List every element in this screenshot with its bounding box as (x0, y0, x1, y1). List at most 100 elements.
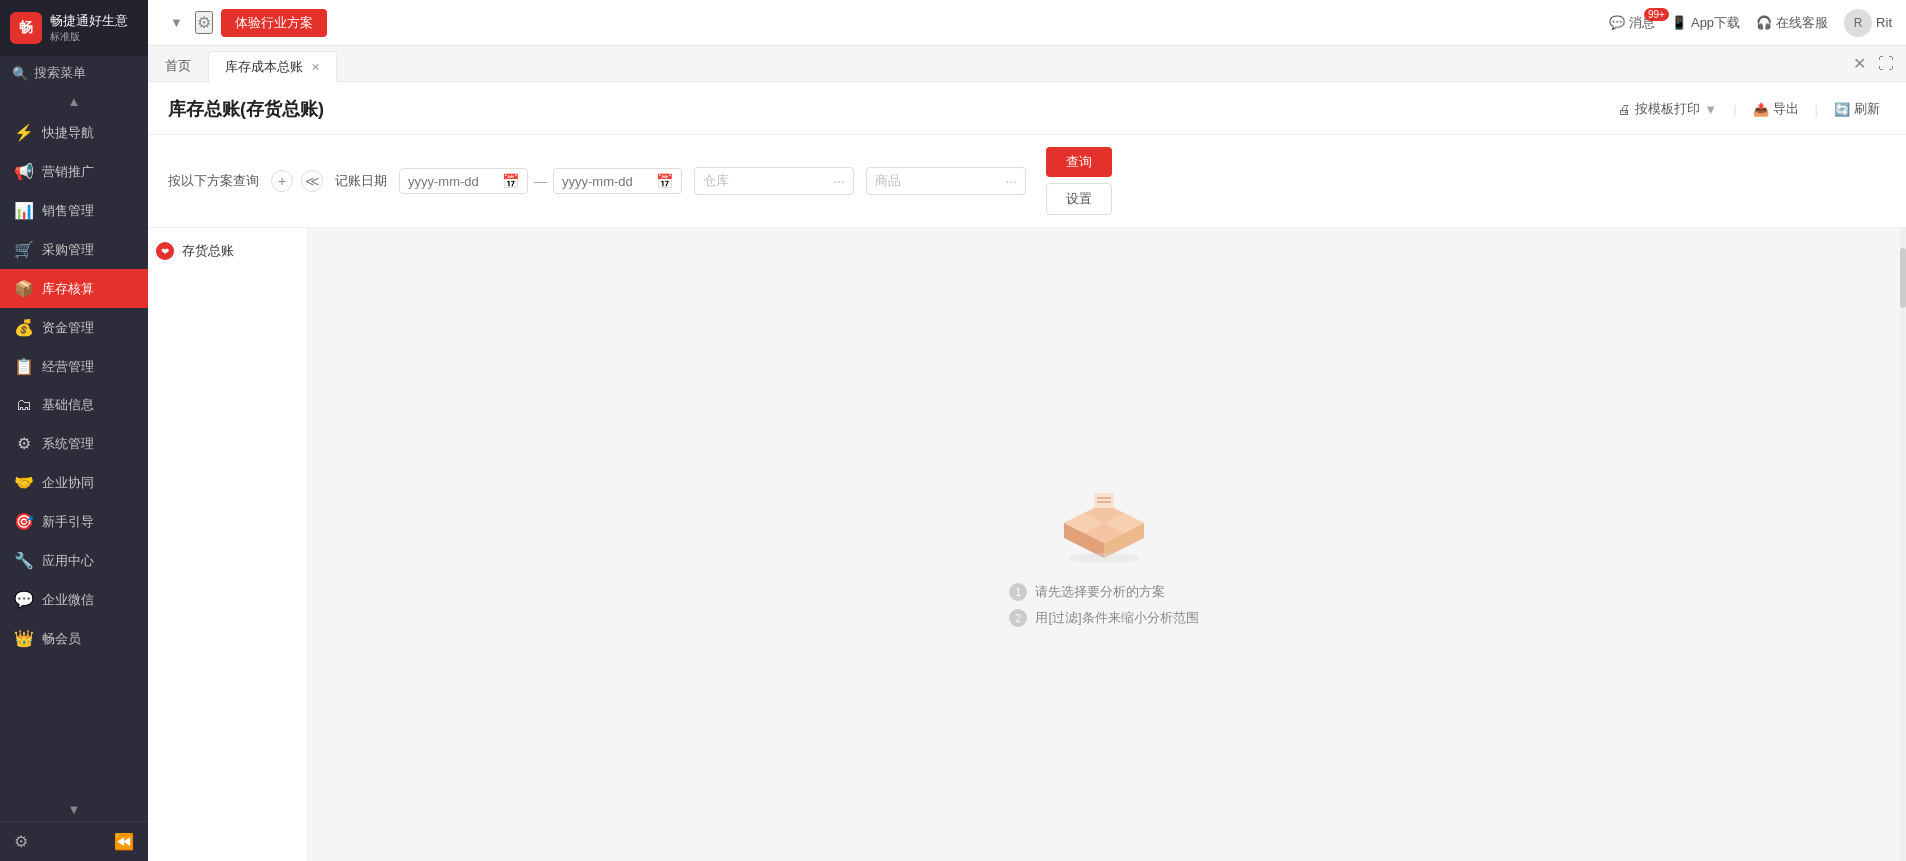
date-start-wrap: 📅 (399, 168, 528, 194)
sidebar-item-member[interactable]: 👑 畅会员 (0, 619, 148, 658)
service-icon: 🎧 (1756, 15, 1772, 30)
header-dropdown-icon[interactable]: ▼ (170, 15, 183, 30)
product-select[interactable]: 商品 ··· (866, 167, 1026, 195)
date-end-input[interactable] (562, 174, 652, 189)
header-message[interactable]: 💬 消息 99+ (1609, 14, 1655, 32)
query-btn[interactable]: 查询 (1046, 147, 1112, 177)
date-start-input[interactable] (408, 174, 498, 189)
page-title: 库存总账(存货总账) (168, 97, 324, 133)
svg-point-8 (1069, 553, 1139, 563)
tab-inventory-cost[interactable]: 库存成本总账 ✕ (208, 51, 337, 82)
sidebar-item-purchase[interactable]: 🛒 采购管理 (0, 230, 148, 269)
page-header: 库存总账(存货总账) 🖨 按模板打印 ▼ | 📤 导出 | 🔄 刷新 (148, 82, 1906, 135)
enterprise-icon: 🤝 (14, 473, 34, 492)
sidebar-item-label: 新手引导 (42, 513, 94, 531)
footer-settings-icon[interactable]: ⚙ (14, 832, 28, 851)
industry-btn[interactable]: 体验行业方案 (221, 9, 327, 37)
sidebar-item-newbie[interactable]: 🎯 新手引导 (0, 502, 148, 541)
page-header-actions: 🖨 按模板打印 ▼ | 📤 导出 | 🔄 刷新 (1612, 96, 1886, 134)
header-settings-button[interactable]: ⚙ (195, 11, 213, 34)
calendar-end-icon[interactable]: 📅 (656, 173, 673, 189)
tab-close-icon[interactable]: ✕ (311, 61, 320, 74)
sidebar-item-wechat[interactable]: 💬 企业微信 (0, 580, 148, 619)
sidebar-scroll-up[interactable]: ▲ (0, 90, 148, 113)
tab-bar: 首页 库存成本总账 ✕ ✕ ⛶ (148, 46, 1906, 82)
warehouse-select[interactable]: 仓库 ··· (694, 167, 854, 195)
print-dropdown-icon[interactable]: ▼ (1704, 102, 1717, 117)
sales-icon: 📊 (14, 201, 34, 220)
sidebar: 畅 畅捷通好生意 标准版 🔍 搜索菜单 ▲ ⚡ 快捷导航 📢 营销推广 📊 销售… (0, 0, 148, 861)
sidebar-item-enterprise[interactable]: 🤝 企业协同 (0, 463, 148, 502)
avatar: R (1844, 9, 1872, 37)
filter-collapse-btn[interactable]: ≪ (301, 170, 323, 192)
sidebar-item-inventory[interactable]: 📦 库存核算 (0, 269, 148, 308)
tab-bar-close-btn[interactable]: ✕ (1849, 52, 1870, 75)
logo-sub: 标准版 (50, 30, 128, 43)
app-center-icon: 🔧 (14, 551, 34, 570)
sidebar-item-app-center[interactable]: 🔧 应用中心 (0, 541, 148, 580)
user-name: Rit (1876, 15, 1892, 30)
print-icon: 🖨 (1618, 102, 1631, 117)
header-user[interactable]: R Rit (1844, 9, 1892, 37)
warehouse-more-icon[interactable]: ··· (833, 173, 845, 189)
sidebar-item-label: 资金管理 (42, 319, 94, 337)
sidebar-item-finance[interactable]: 💰 资金管理 (0, 308, 148, 347)
inventory-icon: 📦 (14, 279, 34, 298)
scheme-item-label: 存货总账 (182, 242, 234, 260)
empty-state: 1 请先选择要分析的方案 2 用[过滤]条件来缩小分析范围 (1009, 463, 1198, 627)
sidebar-item-label: 企业微信 (42, 591, 94, 609)
sidebar-item-label: 采购管理 (42, 241, 94, 259)
app-icon: 📱 (1671, 15, 1687, 30)
basic-icon: 🗂 (14, 396, 34, 414)
main-content: ​ ▼ ⚙ 体验行业方案 💬 消息 99+ 📱 App下载 🎧 在线客服 R R… (148, 0, 1906, 861)
message-icon: 💬 (1609, 15, 1625, 30)
scheme-icon: ❤ (156, 242, 174, 260)
scrollbar-handle[interactable] (1900, 248, 1906, 308)
sidebar-item-sales[interactable]: 📊 销售管理 (0, 191, 148, 230)
filter-add-btn[interactable]: + (271, 170, 293, 192)
header-service[interactable]: 🎧 在线客服 (1756, 14, 1828, 32)
settings-btn[interactable]: 设置 (1046, 183, 1112, 215)
divider1: | (1733, 102, 1736, 117)
tip-num-2: 2 (1009, 609, 1027, 627)
export-icon: 📤 (1753, 102, 1769, 117)
sidebar-item-system[interactable]: ⚙ 系统管理 (0, 424, 148, 463)
sidebar-item-marketing[interactable]: 📢 营销推广 (0, 152, 148, 191)
refresh-icon: 🔄 (1834, 102, 1850, 117)
export-btn[interactable]: 📤 导出 (1747, 96, 1805, 122)
logo-text: 畅捷通好生意 标准版 (50, 13, 128, 43)
empty-illustration (1044, 463, 1164, 563)
filter-row: 按以下方案查询 + ≪ 记账日期 📅 — 📅 仓库 ··· (168, 147, 1886, 215)
sidebar-item-basic[interactable]: 🗂 基础信息 (0, 386, 148, 424)
tab-home-label: 首页 (165, 57, 191, 75)
date-range: 📅 — 📅 (399, 168, 682, 194)
search-icon: 🔍 (12, 66, 28, 81)
tip-text-2: 用[过滤]条件来缩小分析范围 (1035, 609, 1198, 627)
sidebar-item-quick-nav[interactable]: ⚡ 快捷导航 (0, 113, 148, 152)
header-app-download[interactable]: 📱 App下载 (1671, 14, 1740, 32)
divider2: | (1815, 102, 1818, 117)
right-scrollbar[interactable] (1900, 228, 1906, 861)
footer-collapse-icon[interactable]: ⏪ (114, 832, 134, 851)
svg-rect-5 (1094, 493, 1114, 508)
date-separator: — (534, 174, 547, 189)
product-more-icon[interactable]: ··· (1005, 173, 1017, 189)
logo-icon: 畅 (10, 12, 42, 44)
sidebar-scroll-down[interactable]: ▼ (0, 798, 148, 821)
tab-bar-expand-btn[interactable]: ⛶ (1874, 53, 1898, 75)
operation-icon: 📋 (14, 357, 34, 376)
sidebar-item-operation[interactable]: 📋 经营管理 (0, 347, 148, 386)
system-icon: ⚙ (14, 434, 34, 453)
scheme-panel: ❤ 存货总账 (148, 228, 308, 861)
quick-nav-icon: ⚡ (14, 123, 34, 142)
sidebar-item-label: 企业协同 (42, 474, 94, 492)
tab-home[interactable]: 首页 (148, 50, 208, 81)
scheme-item-inventory[interactable]: ❤ 存货总账 (148, 236, 307, 266)
print-template-btn[interactable]: 🖨 按模板打印 ▼ (1612, 96, 1723, 122)
search-menu[interactable]: 🔍 搜索菜单 (0, 56, 148, 90)
refresh-btn[interactable]: 🔄 刷新 (1828, 96, 1886, 122)
sidebar-item-label: 经营管理 (42, 358, 94, 376)
calendar-start-icon[interactable]: 📅 (502, 173, 519, 189)
content-body: ❤ 存货总账 (148, 228, 1906, 861)
header-nav-area: ​ ▼ ⚙ 体验行业方案 (162, 9, 1599, 37)
